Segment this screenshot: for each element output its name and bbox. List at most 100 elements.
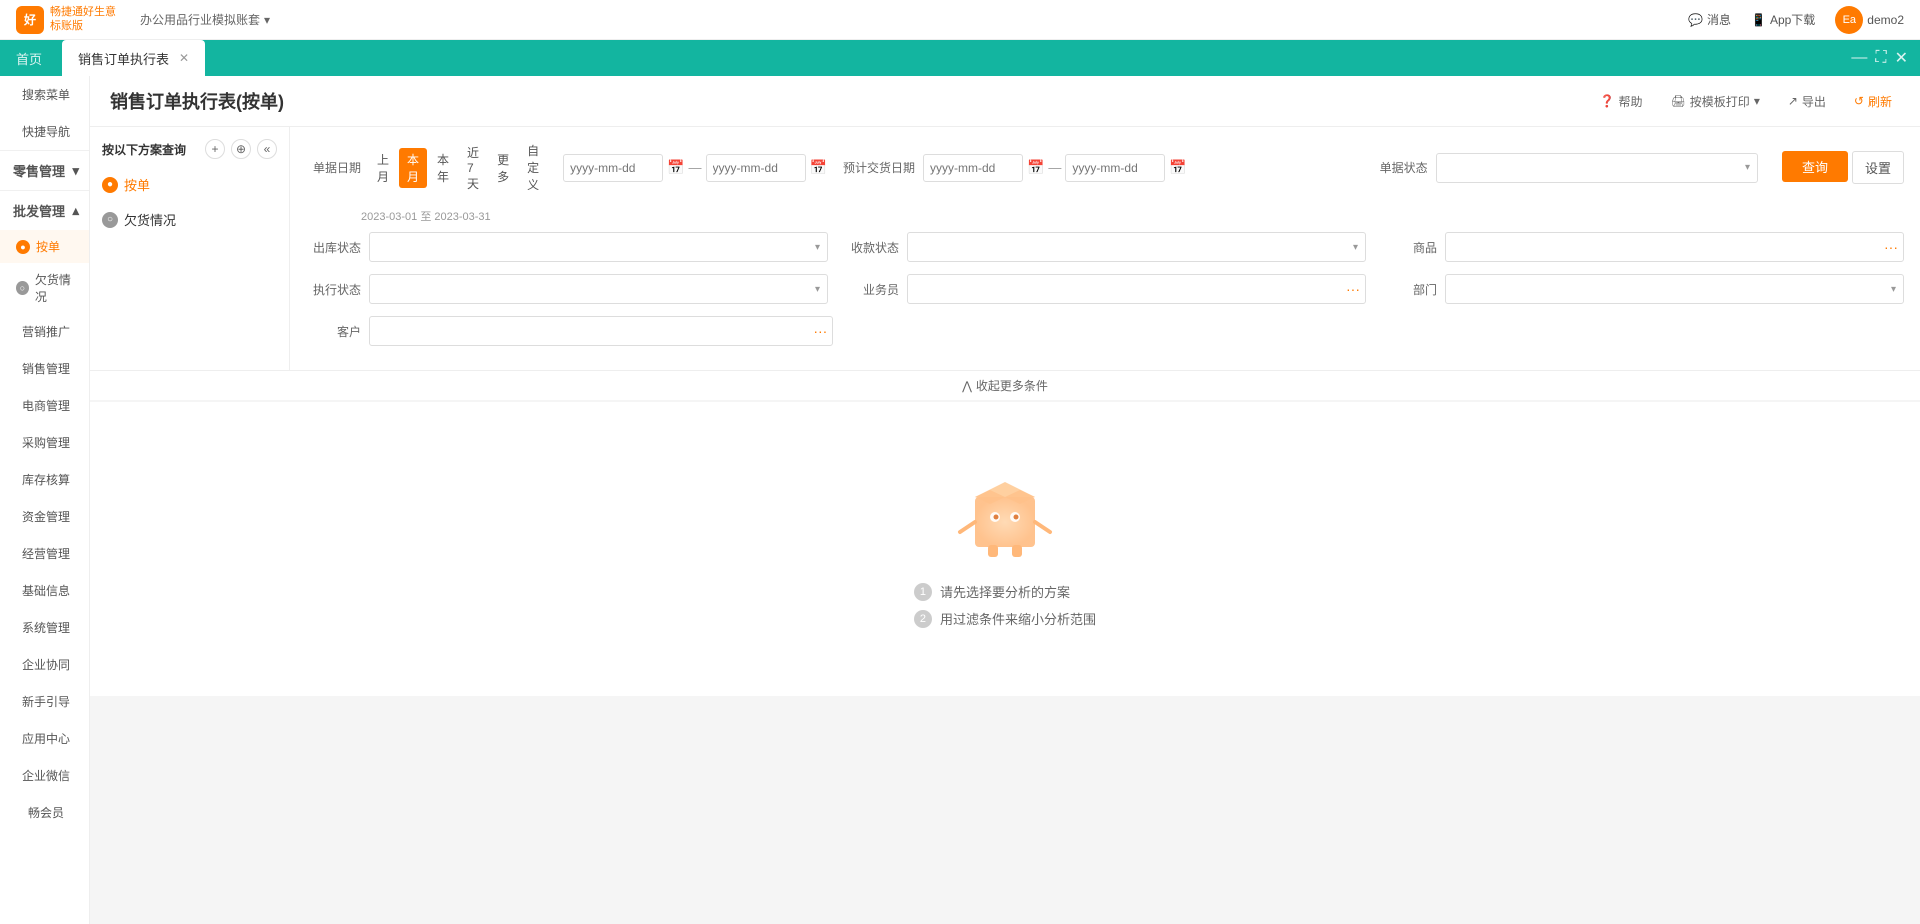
wholesale-expand-icon: ▴ <box>72 203 79 219</box>
collapse-icon: ⋀ <box>962 379 972 393</box>
scheme-collapse-button[interactable]: « <box>257 139 277 159</box>
sidebar-item-marketing[interactable]: 营销推广 <box>0 313 89 350</box>
step-1-num: 1 <box>914 583 932 601</box>
maximize-button[interactable]: ⛶ <box>1875 49 1886 67</box>
header-left: 好 畅捷通好生意 标账版 办公用品行业模拟账套 ▾ <box>16 6 270 34</box>
sidebar-item-retail[interactable]: 零售管理 ▾ <box>0 151 89 190</box>
filter-department-group: 部门 ▾ <box>1382 274 1904 304</box>
goods-input[interactable] <box>1445 232 1904 262</box>
export-button[interactable]: ↗ 导出 <box>1780 89 1834 114</box>
sidebar-item-app-center[interactable]: 应用中心 <box>0 720 89 757</box>
scheme-item-press-order[interactable]: ● 按单 <box>90 167 289 202</box>
sidebar-item-enterprise[interactable]: 企业协同 <box>0 646 89 683</box>
filter-panel-inner: 按以下方案查询 + ⊕ « ● 按单 ○ <box>90 127 1920 370</box>
expected-date-separator: — <box>1048 160 1061 175</box>
filter-goods-group: 商品 ··· <box>1382 232 1904 262</box>
scheme-title: 按以下方案查询 <box>102 141 186 158</box>
tab-home[interactable]: 首页 <box>0 40 58 76</box>
collapse-button[interactable]: ⋀ 收起更多条件 <box>962 377 1048 394</box>
sidebar-item-system[interactable]: 系统管理 <box>0 609 89 646</box>
date-from-input[interactable] <box>563 154 663 182</box>
date-separator: — <box>689 160 702 175</box>
step-2-num: 2 <box>914 610 932 628</box>
search-btn-area: 查询 设置 <box>1774 151 1904 184</box>
sidebar-item-wholesale[interactable]: 批发管理 ▴ <box>0 191 89 230</box>
sidebar-item-inventory[interactable]: 库存核算 <box>0 461 89 498</box>
breadcrumb: 办公用品行业模拟账套 ▾ <box>140 11 270 28</box>
goods-dots-icon[interactable]: ··· <box>1884 239 1898 255</box>
delivery-status-select[interactable] <box>369 232 828 262</box>
expected-date-from-input[interactable] <box>923 154 1023 182</box>
sidebar: 搜索菜单 快捷导航 零售管理 ▾ 批发管理 ▴ ● 按单 ○ 欠货情况 <box>0 76 90 924</box>
tab-sales-order[interactable]: 销售订单执行表 ✕ <box>62 40 205 76</box>
date-tab-more[interactable]: 更多 <box>489 148 517 188</box>
message-button[interactable]: 💬 消息 <box>1688 11 1731 28</box>
payment-status-select[interactable] <box>907 232 1366 262</box>
date-tab-last-7-days[interactable]: 近7天 <box>459 141 487 195</box>
sidebar-item-wechat[interactable]: 企业微信 <box>0 757 89 794</box>
date-tab-current-month[interactable]: 本月 <box>399 148 427 188</box>
sidebar-item-finance[interactable]: 资金管理 <box>0 498 89 535</box>
sidebar-item-member[interactable]: 畅会员 <box>0 794 89 831</box>
help-icon: ❓ <box>1600 94 1615 108</box>
export-icon: ↗ <box>1788 94 1798 108</box>
tab-bar: 首页 销售订单执行表 ✕ — ⛶ ✕ <box>0 40 1920 76</box>
retail-expand-icon: ▾ <box>72 163 79 179</box>
scheme-panel: 按以下方案查询 + ⊕ « ● 按单 ○ <box>90 127 290 370</box>
close-window-button[interactable]: ✕ <box>1895 48 1908 68</box>
sidebar-item-sales-mgmt[interactable]: 销售管理 <box>0 350 89 387</box>
salesperson-dots-icon[interactable]: ··· <box>1346 281 1360 297</box>
scheme-item-owe-goods[interactable]: ○ 欠货情况 <box>90 202 289 237</box>
page-content: 销售订单执行表(按单) ❓ 帮助 🖨 按模板打印 ▾ ↗ 导出 <box>90 76 1920 696</box>
order-status-select-wrapper: ▾ <box>1436 153 1758 183</box>
help-button[interactable]: ❓ 帮助 <box>1592 89 1651 114</box>
page-title: 销售订单执行表(按单) <box>110 88 284 114</box>
goods-label: 商品 <box>1382 239 1437 256</box>
filter-panel: 按以下方案查询 + ⊕ « ● 按单 ○ <box>90 127 1920 400</box>
delivery-status-select-wrapper: ▾ <box>369 232 828 262</box>
department-label: 部门 <box>1382 281 1437 298</box>
filter-right: 单据日期 上月 本月 本年 近7天 更多 自定义 <box>290 127 1920 370</box>
user-menu[interactable]: Ea demo2 <box>1835 6 1904 34</box>
filter-customer-group: 客户 ··· <box>306 316 833 346</box>
sidebar-sub-item-owe-goods[interactable]: ○ 欠货情况 <box>0 263 89 313</box>
title-actions: ❓ 帮助 🖨 按模板打印 ▾ ↗ 导出 ↺ 刷新 <box>1592 89 1900 114</box>
app-download-button[interactable]: 📱 App下载 <box>1751 11 1815 28</box>
sidebar-item-basic-info[interactable]: 基础信息 <box>0 572 89 609</box>
date-tab-last-month[interactable]: 上月 <box>369 148 397 188</box>
filter-expected-date-group: 预计交货日期 📅 — 📅 <box>843 154 1357 182</box>
minimize-button[interactable]: — <box>1851 49 1867 67</box>
customer-dots-icon[interactable]: ··· <box>813 323 827 339</box>
print-button[interactable]: 🖨 按模板打印 ▾ <box>1663 89 1768 114</box>
print-chevron-icon: ▾ <box>1754 94 1760 108</box>
sidebar-item-purchase[interactable]: 采购管理 <box>0 424 89 461</box>
scheme-add-button[interactable]: + <box>205 139 225 159</box>
settings-button[interactable]: 设置 <box>1852 151 1904 184</box>
sidebar-item-newbie[interactable]: 新手引导 <box>0 683 89 720</box>
date-to-input[interactable] <box>706 154 806 182</box>
customer-input[interactable] <box>369 316 833 346</box>
content-area: 销售订单执行表(按单) ❓ 帮助 🖨 按模板打印 ▾ ↗ 导出 <box>90 76 1920 924</box>
sidebar-item-operations[interactable]: 经营管理 <box>0 535 89 572</box>
filter-payment-status-group: 收款状态 ▾ <box>844 232 1366 262</box>
refresh-button[interactable]: ↺ 刷新 <box>1846 89 1900 114</box>
date-tab-current-year[interactable]: 本年 <box>429 148 457 188</box>
sidebar-item-ecommerce[interactable]: 电商管理 <box>0 387 89 424</box>
empty-illustration <box>955 462 1055 562</box>
sidebar-quick-nav[interactable]: 快捷导航 <box>0 113 89 150</box>
tab-close-icon[interactable]: ✕ <box>179 51 189 65</box>
salesperson-input-wrap: ··· <box>907 274 1366 304</box>
order-status-select[interactable] <box>1436 153 1758 183</box>
expected-date-to-input[interactable] <box>1065 154 1165 182</box>
date-tab-custom[interactable]: 自定义 <box>519 139 547 196</box>
execution-status-select[interactable] <box>369 274 828 304</box>
search-button[interactable]: 查询 <box>1782 151 1848 182</box>
sidebar-search-menu[interactable]: 搜索菜单 <box>0 76 89 113</box>
department-select[interactable] <box>1445 274 1904 304</box>
salesperson-input[interactable] <box>907 274 1366 304</box>
sidebar-sub-item-press-order[interactable]: ● 按单 <box>0 230 89 263</box>
scheme-copy-button[interactable]: ⊕ <box>231 139 251 159</box>
message-icon: 💬 <box>1688 13 1703 27</box>
date-range-text: 2023-03-01 至 2023-03-31 <box>361 211 491 223</box>
collapse-bar[interactable]: ⋀ 收起更多条件 <box>90 370 1920 400</box>
